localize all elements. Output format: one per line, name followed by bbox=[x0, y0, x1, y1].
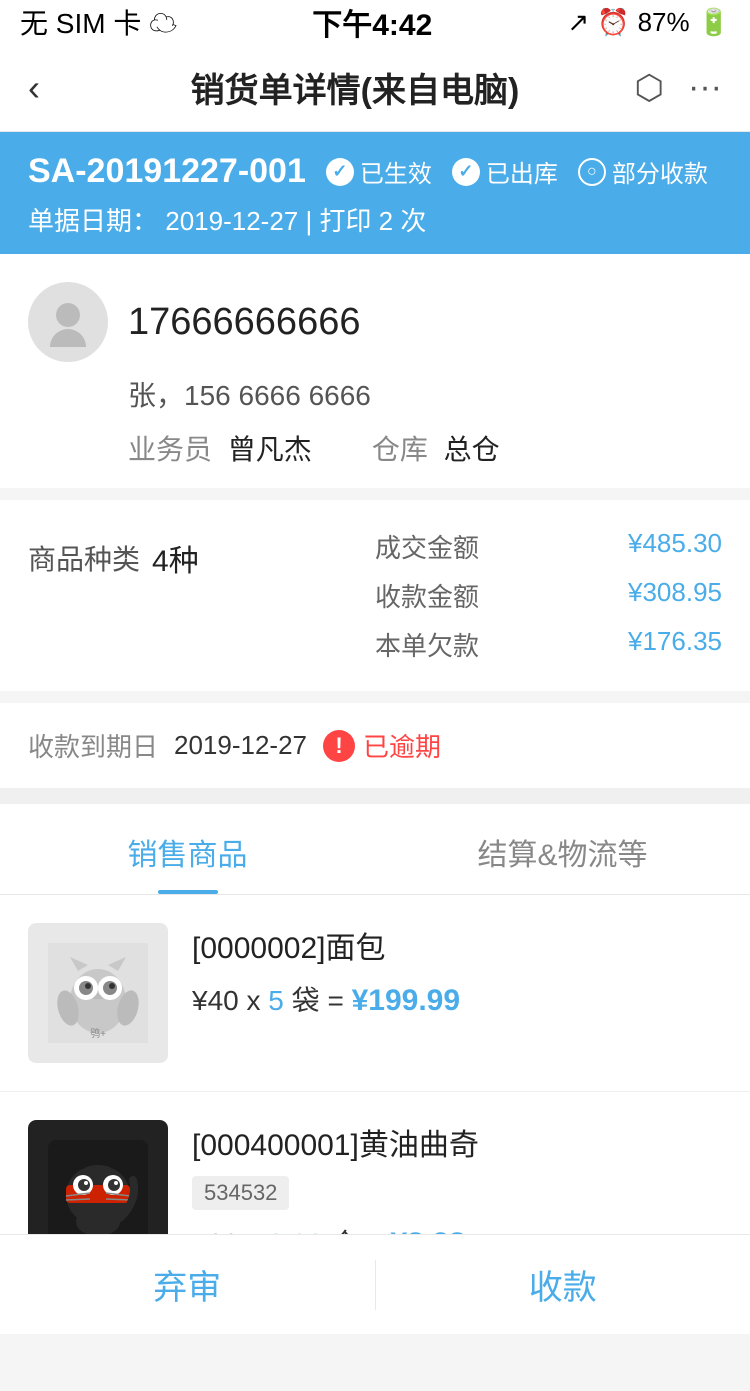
status-label-3: 部分收款 bbox=[612, 154, 708, 189]
salesperson-value: 曾凡杰 bbox=[228, 434, 312, 465]
customer-section: 17666666666 张，156 6666 6666 业务员 曾凡杰 仓库 总… bbox=[0, 254, 750, 488]
due-date-section: 收款到期日 2019-12-27 ! 已逾期 bbox=[0, 703, 750, 788]
product-name-2: [000400001]黄油曲奇 bbox=[192, 1120, 722, 1164]
back-button[interactable]: ‹ bbox=[28, 67, 88, 109]
date-label: 单据日期： bbox=[28, 206, 158, 236]
product-info-1: [0000002]面包 ¥40 x 5 袋 = ¥199.99 bbox=[192, 923, 722, 1019]
due-date-value: 2019-12-27 bbox=[174, 730, 307, 761]
owed-amount-label: 本单欠款 bbox=[375, 626, 479, 663]
avatar-icon bbox=[43, 297, 93, 347]
collect-payment-button[interactable]: 收款 bbox=[376, 1240, 750, 1329]
salesperson-label: 业务员 bbox=[128, 434, 212, 465]
product-multiply-1: x bbox=[247, 985, 269, 1016]
clock-icon: ○ bbox=[578, 158, 606, 186]
deal-amount-row: 成交金额 ¥485.30 bbox=[375, 528, 722, 565]
check-icon-2: ✓ bbox=[452, 158, 480, 186]
deal-amount-value: ¥485.30 bbox=[628, 528, 722, 565]
customer-row: 17666666666 bbox=[28, 282, 722, 362]
due-date-label: 收款到期日 bbox=[28, 727, 158, 764]
deal-amount-label: 成交金额 bbox=[375, 528, 479, 565]
status-bar: 无 SIM 卡 ☁ 下午4:42 ↗ ⏰ 87% 🔋 bbox=[0, 0, 750, 44]
nav-actions: ⬡ ··· bbox=[622, 68, 722, 108]
print-info: | 打印 2 次 bbox=[305, 206, 426, 236]
warehouse-meta: 仓库 总仓 bbox=[372, 428, 500, 468]
order-date: 2019-12-27 bbox=[165, 206, 298, 236]
check-icon-1: ✓ bbox=[326, 158, 354, 186]
owl-icon: 鸮+ bbox=[48, 943, 148, 1043]
ninja-cat-icon bbox=[48, 1140, 148, 1240]
status-badge-3: ○ 部分收款 bbox=[578, 154, 708, 189]
owed-amount-value: ¥176.35 bbox=[628, 626, 722, 663]
svg-text:鸮+: 鸮+ bbox=[90, 1027, 106, 1040]
warehouse-label: 仓库 bbox=[372, 434, 428, 465]
product-unit-1: 袋 bbox=[292, 985, 320, 1016]
status-right: ↗ ⏰ 87% 🔋 bbox=[567, 7, 730, 38]
overdue-icon: ! bbox=[323, 730, 355, 762]
product-name-1: [0000002]面包 bbox=[192, 923, 722, 967]
order-header-banner: SA-20191227-001 ✓ 已生效 ✓ 已出库 ○ 部分收款 单据日期：… bbox=[0, 132, 750, 254]
bottom-bar: 弃审 收款 bbox=[0, 1234, 750, 1334]
status-left: 无 SIM 卡 ☁ bbox=[20, 2, 177, 42]
battery-text: 87% bbox=[638, 7, 690, 38]
warehouse-value: 总仓 bbox=[444, 434, 500, 465]
customer-name: 张，156 6666 6666 bbox=[128, 374, 722, 414]
customer-phone: 17666666666 bbox=[128, 301, 360, 344]
status-label-1: 已生效 bbox=[360, 154, 432, 189]
product-image-placeholder-1: 鸮+ bbox=[28, 923, 168, 1063]
product-sku-2: 534532 bbox=[192, 1176, 289, 1210]
status-badge-2: ✓ 已出库 bbox=[452, 154, 558, 189]
category-label: 商品种类 bbox=[28, 538, 140, 578]
customer-meta: 业务员 曾凡杰 仓库 总仓 bbox=[128, 428, 722, 468]
stats-section: 商品种类 4种 成交金额 ¥485.30 收款金额 ¥308.95 本单欠款 ¥… bbox=[0, 500, 750, 691]
status-label-2: 已出库 bbox=[486, 154, 558, 189]
status-time: 下午4:42 bbox=[312, 0, 432, 44]
banner-date-row: 单据日期： 2019-12-27 | 打印 2 次 bbox=[28, 201, 722, 238]
cancel-review-button[interactable]: 弃审 bbox=[0, 1240, 375, 1329]
battery-icon: 🔋 bbox=[698, 7, 730, 38]
product-item: 鸮+ [0000002]面包 ¥40 x 5 袋 = ¥199.99 bbox=[0, 895, 750, 1092]
product-price-row-1: ¥40 x 5 袋 = ¥199.99 bbox=[192, 979, 722, 1019]
banner-row1: SA-20191227-001 ✓ 已生效 ✓ 已出库 ○ 部分收款 bbox=[28, 152, 722, 191]
category-count: 4种 bbox=[152, 536, 199, 580]
product-total-1: ¥199.99 bbox=[352, 984, 460, 1017]
alarm-icon: ⏰ bbox=[597, 7, 629, 38]
status-badge-1: ✓ 已生效 bbox=[326, 154, 432, 189]
tabs-bar: 销售商品 结算&物流等 bbox=[0, 804, 750, 895]
overdue-text: 已逾期 bbox=[363, 727, 441, 764]
nav-bar: ‹ 销货单详情(来自电脑) ⬡ ··· bbox=[0, 44, 750, 132]
salesperson-meta: 业务员 曾凡杰 bbox=[128, 428, 312, 468]
stats-category: 商品种类 4种 bbox=[28, 528, 375, 580]
owed-amount-row: 本单欠款 ¥176.35 bbox=[375, 626, 722, 663]
overdue-badge: ! 已逾期 bbox=[323, 727, 441, 764]
product-price-1: ¥40 bbox=[192, 985, 239, 1016]
received-amount-value: ¥308.95 bbox=[628, 577, 722, 614]
order-id: SA-20191227-001 bbox=[28, 152, 306, 191]
tab-settlement[interactable]: 结算&物流等 bbox=[375, 804, 750, 894]
tab-sales-products[interactable]: 销售商品 bbox=[0, 804, 375, 894]
product-qty-1: 5 bbox=[268, 985, 284, 1016]
received-amount-row: 收款金额 ¥308.95 bbox=[375, 577, 722, 614]
more-icon[interactable]: ··· bbox=[688, 68, 722, 107]
stats-amounts: 成交金额 ¥485.30 收款金额 ¥308.95 本单欠款 ¥176.35 bbox=[375, 528, 722, 663]
received-amount-label: 收款金额 bbox=[375, 577, 479, 614]
product-thumb-1: 鸮+ bbox=[28, 923, 168, 1063]
page-title: 销货单详情(来自电脑) bbox=[88, 63, 622, 112]
section-divider bbox=[0, 788, 750, 804]
product-equals-1: = bbox=[327, 985, 351, 1016]
location-icon: ↗ bbox=[567, 7, 589, 38]
avatar bbox=[28, 282, 108, 362]
share-icon[interactable]: ⬡ bbox=[634, 68, 664, 108]
product-list: 鸮+ [0000002]面包 ¥40 x 5 袋 = ¥199.99 bbox=[0, 895, 750, 1291]
